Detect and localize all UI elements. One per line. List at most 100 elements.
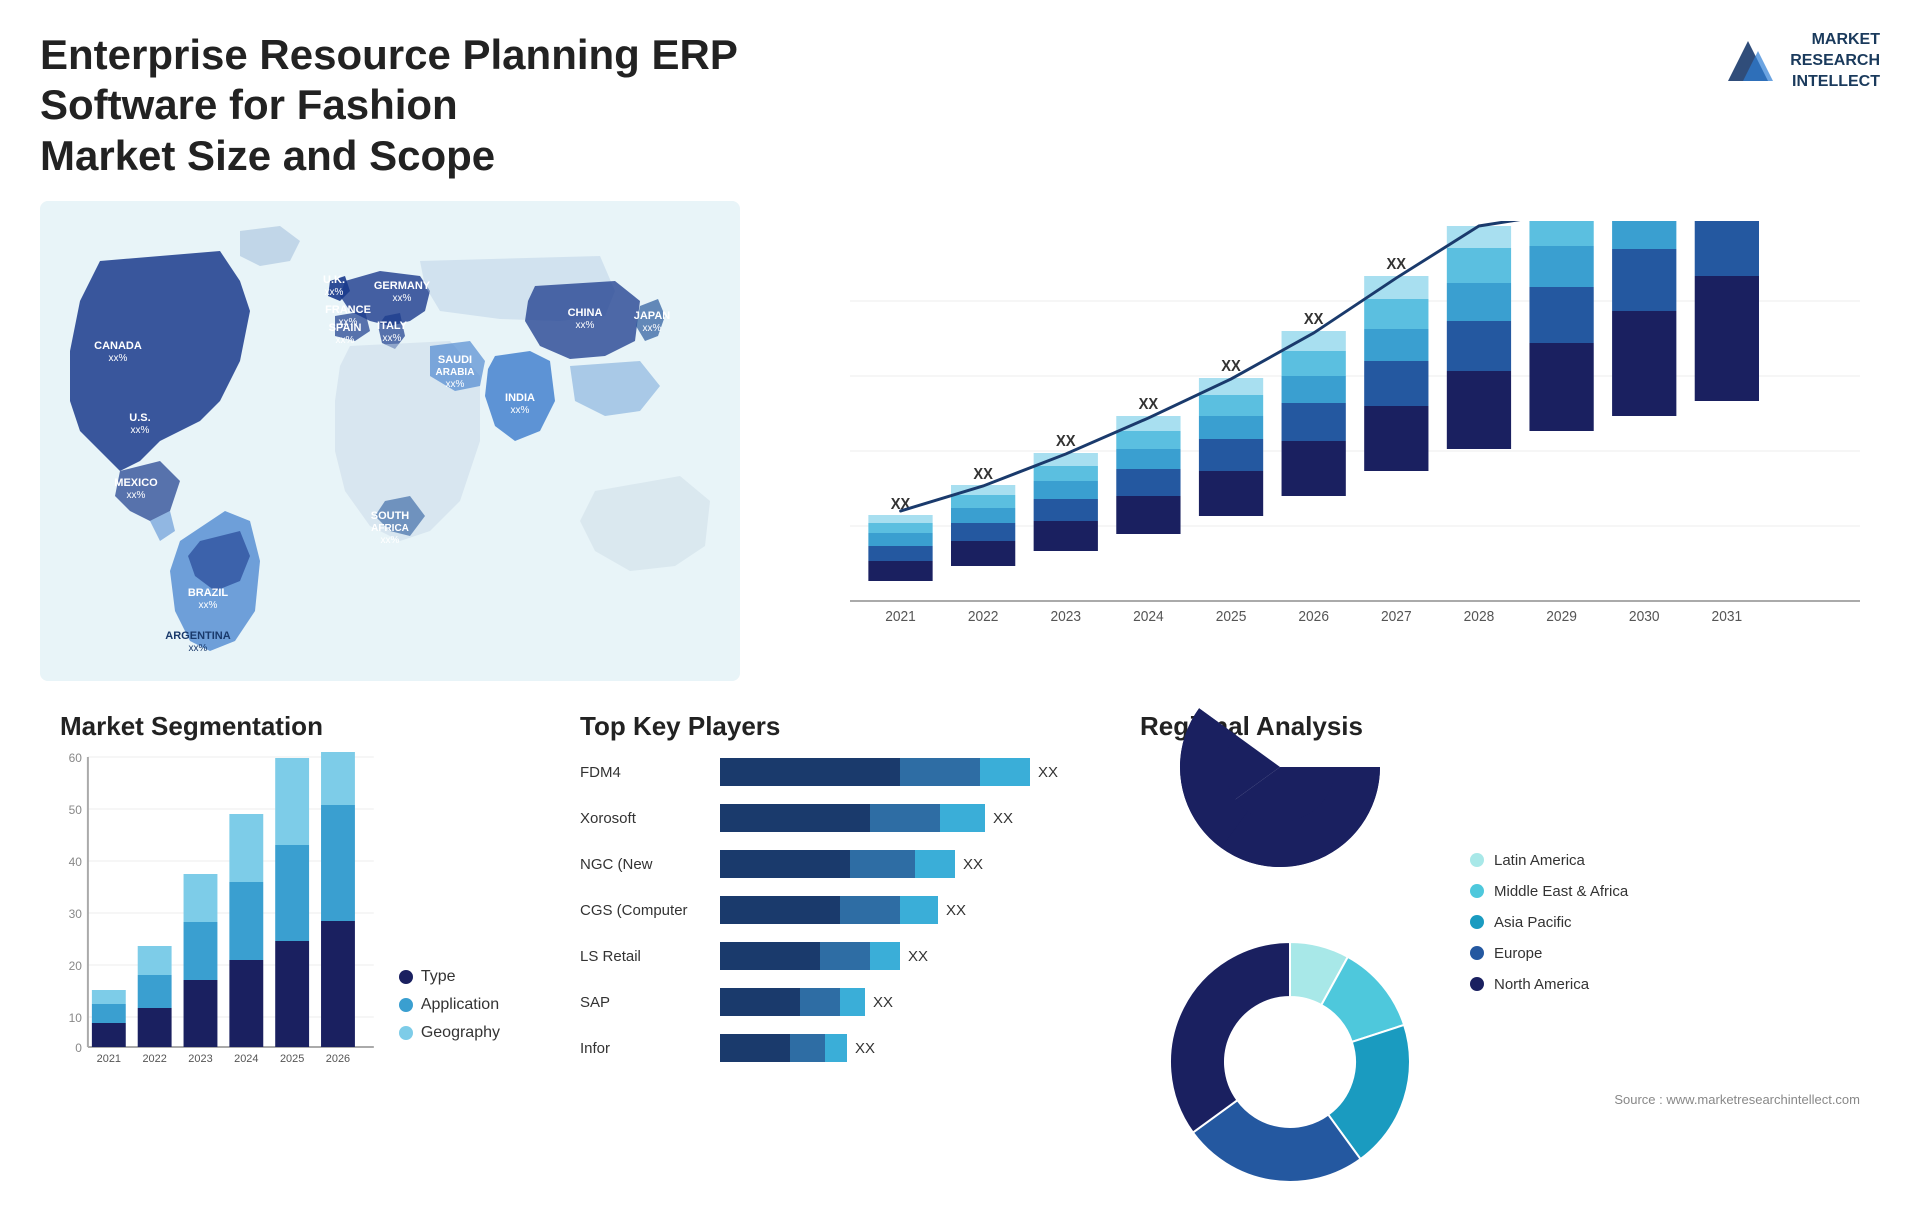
- north-america-label: North America: [1494, 976, 1589, 993]
- svg-text:BRAZIL: BRAZIL: [188, 587, 229, 599]
- legend-geography: Geography: [399, 1024, 500, 1042]
- legend-geography-label: Geography: [421, 1024, 500, 1042]
- svg-text:xx%: xx%: [446, 379, 465, 390]
- mea-dot: [1470, 884, 1484, 898]
- svg-text:2022: 2022: [968, 609, 999, 626]
- regional-content: Latin America Middle East & Africa Asia …: [1140, 752, 1860, 1092]
- europe-label: Europe: [1494, 945, 1542, 962]
- player-row-infor: Infor XX: [580, 1034, 1060, 1062]
- svg-text:JAPAN: JAPAN: [634, 310, 671, 322]
- svg-text:xx%: xx%: [336, 335, 355, 346]
- svg-text:2025: 2025: [280, 1053, 304, 1065]
- svg-text:xx%: xx%: [109, 353, 128, 364]
- player-name-xorosoft: Xorosoft: [580, 810, 710, 827]
- legend-mea: Middle East & Africa: [1470, 883, 1628, 900]
- asia-pacific-dot: [1470, 915, 1484, 929]
- logo-block: MARKET RESEARCH INTELLECT: [1718, 30, 1880, 92]
- svg-text:2028: 2028: [1464, 609, 1495, 626]
- top-section: CANADA xx% U.S. xx% MEXICO xx% BRAZIL xx…: [40, 201, 1880, 681]
- player-xx-xorosoft: XX: [993, 810, 1013, 827]
- svg-text:SPAIN: SPAIN: [329, 322, 362, 334]
- svg-text:2023: 2023: [188, 1053, 212, 1065]
- svg-text:2021: 2021: [885, 609, 916, 626]
- svg-text:xx%: xx%: [131, 425, 150, 436]
- player-name-sap: SAP: [580, 994, 710, 1011]
- segmentation-section: Market Segmentation 60 50 40 30 20 10 0: [40, 701, 520, 1121]
- svg-text:2024: 2024: [1133, 609, 1164, 626]
- svg-text:30: 30: [69, 907, 83, 921]
- svg-text:xx%: xx%: [643, 323, 662, 334]
- title-block: Enterprise Resource Planning ERP Softwar…: [40, 30, 840, 181]
- player-row-xorosoft: Xorosoft XX: [580, 804, 1060, 832]
- svg-text:2026: 2026: [1298, 609, 1329, 626]
- svg-text:2023: 2023: [1050, 609, 1081, 626]
- bottom-section: Market Segmentation 60 50 40 30 20 10 0: [40, 701, 1880, 1121]
- svg-text:20: 20: [69, 959, 83, 973]
- latin-america-label: Latin America: [1494, 852, 1585, 869]
- world-map: CANADA xx% U.S. xx% MEXICO xx% BRAZIL xx…: [40, 201, 740, 681]
- svg-text:2026: 2026: [326, 1053, 350, 1065]
- svg-text:U.S.: U.S.: [129, 412, 150, 424]
- header: Enterprise Resource Planning ERP Softwar…: [40, 30, 1880, 181]
- europe-dot: [1470, 946, 1484, 960]
- svg-text:GERMANY: GERMANY: [374, 280, 431, 292]
- svg-text:2021: 2021: [97, 1053, 121, 1065]
- segmentation-chart: 60 50 40 30 20 10 0: [60, 752, 379, 1072]
- svg-text:10: 10: [69, 1011, 83, 1025]
- svg-text:xx%: xx%: [381, 535, 400, 546]
- geography-color-dot: [399, 1026, 413, 1040]
- svg-text:xx%: xx%: [383, 333, 402, 344]
- svg-text:XX: XX: [1304, 311, 1324, 329]
- svg-text:FRANCE: FRANCE: [325, 304, 371, 316]
- player-xx-ls-retail: XX: [908, 948, 928, 965]
- brand-logo-icon: [1718, 31, 1778, 91]
- seg-chart-svg: 60 50 40 30 20 10 0: [60, 752, 379, 1072]
- player-bar-sap: XX: [720, 988, 1060, 1016]
- player-row-sap: SAP XX: [580, 988, 1060, 1016]
- svg-text:xx%: xx%: [127, 490, 146, 501]
- player-bar-fdm4: XX: [720, 758, 1060, 786]
- player-name-ls-retail: LS Retail: [580, 948, 710, 965]
- player-name-ngc: NGC (New: [580, 856, 710, 873]
- regional-legend: Latin America Middle East & Africa Asia …: [1470, 852, 1628, 993]
- svg-text:xx%: xx%: [199, 600, 218, 611]
- player-bar-ngc: XX: [720, 850, 1060, 878]
- legend-latin-america: Latin America: [1470, 852, 1628, 869]
- donut-chart-proper: [1140, 912, 1440, 1212]
- bar-chart-svg: XX 2021 XX 2022: [850, 221, 1860, 641]
- legend-asia-pacific: Asia Pacific: [1470, 914, 1628, 931]
- svg-text:xx%: xx%: [511, 405, 530, 416]
- legend-type: Type: [399, 968, 500, 986]
- svg-text:40: 40: [69, 855, 83, 869]
- type-color-dot: [399, 970, 413, 984]
- svg-text:2022: 2022: [142, 1053, 166, 1065]
- donut-chart: [1140, 627, 1440, 1217]
- svg-text:60: 60: [69, 752, 83, 765]
- svg-text:U.K.: U.K.: [323, 274, 345, 286]
- growth-bar-chart: XX 2021 XX 2022: [780, 201, 1880, 681]
- application-color-dot: [399, 998, 413, 1012]
- svg-text:XX: XX: [1221, 358, 1241, 376]
- player-xx-infor: XX: [855, 1040, 875, 1057]
- asia-pacific-label: Asia Pacific: [1494, 914, 1572, 931]
- player-bar-cgs: XX: [720, 896, 1060, 924]
- player-bar-xorosoft: XX: [720, 804, 1060, 832]
- svg-text:xx%: xx%: [325, 287, 344, 298]
- svg-text:ARGENTINA: ARGENTINA: [165, 630, 230, 642]
- legend-application: Application: [399, 996, 500, 1014]
- legend-europe: Europe: [1470, 945, 1628, 962]
- regional-section: Regional Analysis: [1120, 701, 1880, 1121]
- brand-name: MARKET RESEARCH INTELLECT: [1790, 30, 1880, 92]
- player-xx-sap: XX: [873, 994, 893, 1011]
- svg-text:xx%: xx%: [189, 643, 208, 654]
- svg-text:XX: XX: [1469, 221, 1489, 223]
- player-xx-cgs: XX: [946, 902, 966, 919]
- svg-text:0: 0: [75, 1041, 82, 1055]
- svg-text:2030: 2030: [1629, 609, 1660, 626]
- map-svg: CANADA xx% U.S. xx% MEXICO xx% BRAZIL xx…: [40, 201, 740, 681]
- svg-text:SAUDI: SAUDI: [438, 354, 472, 366]
- legend-north-america: North America: [1470, 976, 1628, 993]
- svg-text:XX: XX: [1387, 256, 1407, 274]
- legend-type-label: Type: [421, 968, 456, 986]
- svg-text:xx%: xx%: [576, 320, 595, 331]
